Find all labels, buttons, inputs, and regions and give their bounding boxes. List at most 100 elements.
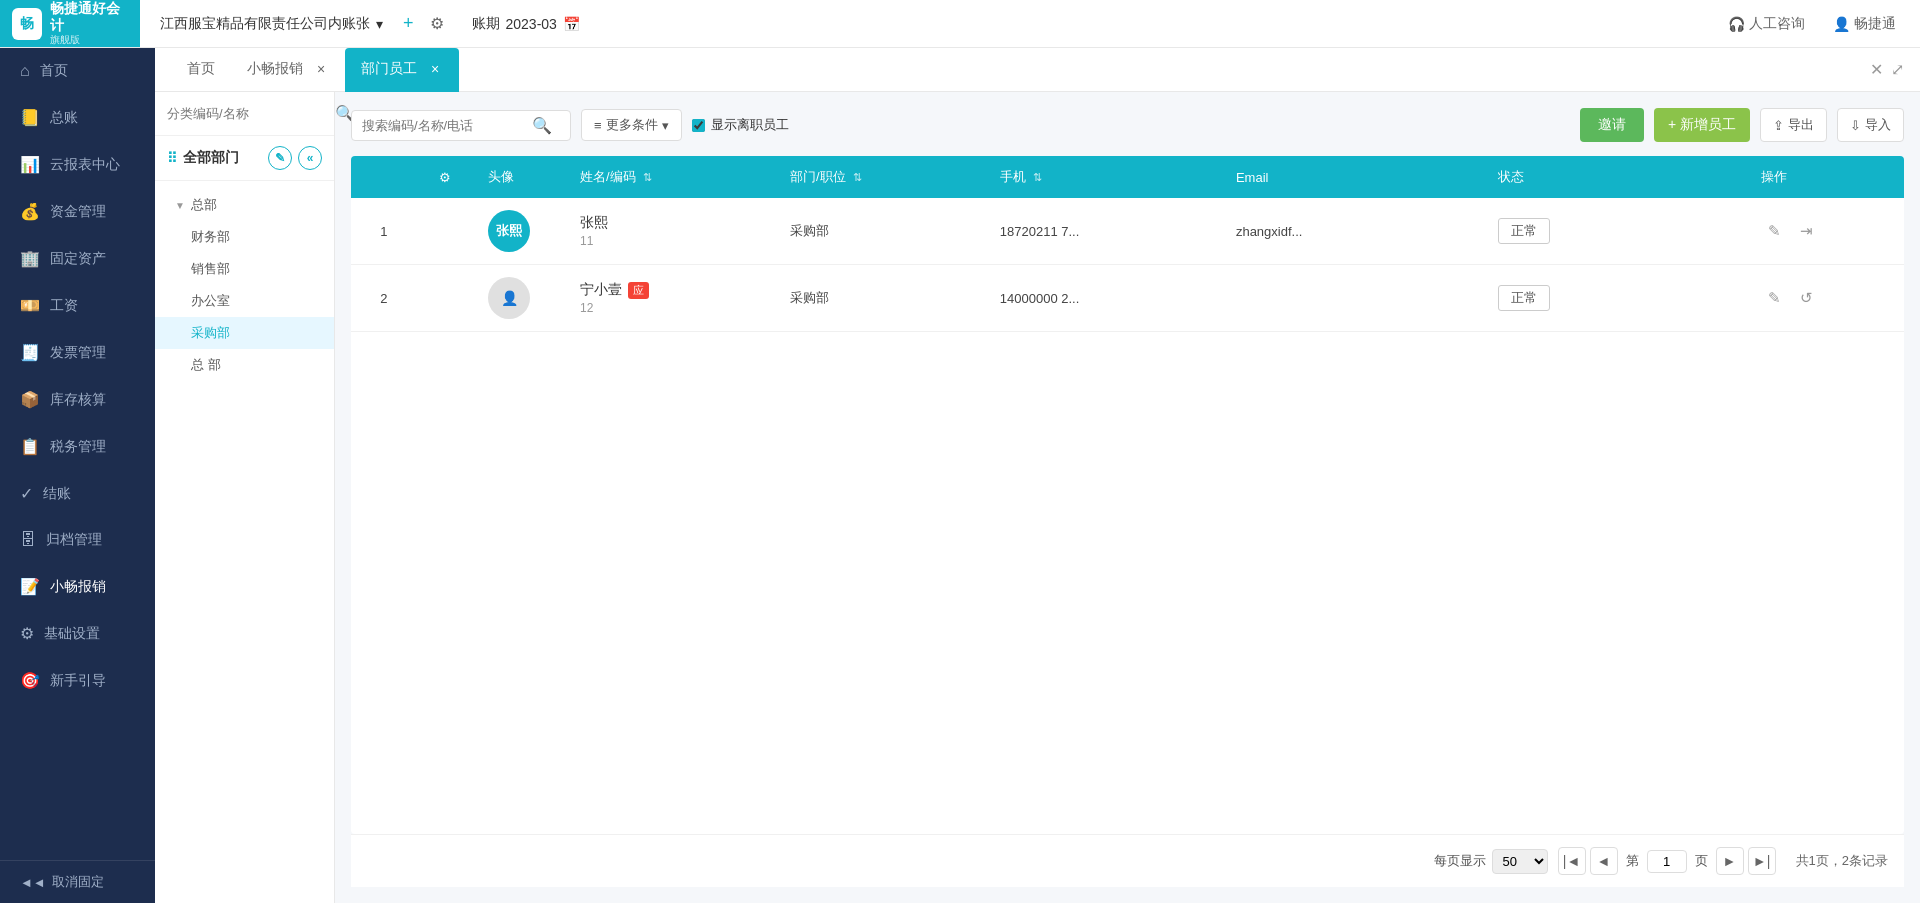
sidebar-item-ledger[interactable]: 📒 总账	[0, 94, 155, 141]
filter-icon: ≡	[594, 118, 602, 133]
close-window-icon[interactable]: ✕	[1870, 60, 1883, 79]
tab-dept-emp[interactable]: 部门员工 ×	[345, 48, 459, 92]
sidebar-label-salary: 工资	[50, 297, 78, 315]
sidebar-label-archive: 归档管理	[46, 531, 102, 549]
calendar-icon[interactable]: 📅	[563, 16, 580, 32]
ai-consult-button[interactable]: 🎧 人工咨询	[1720, 11, 1813, 37]
dept-node-finance[interactable]: 财务部	[155, 221, 334, 253]
sidebar-item-archive[interactable]: 🗄 归档管理	[0, 517, 155, 563]
import-button[interactable]: ⇩ 导入	[1837, 108, 1904, 142]
table-row: 2 👤 宁小壹	[351, 265, 1904, 332]
sidebar-item-reports[interactable]: 📊 云报表中心	[0, 141, 155, 188]
cell-settings-1	[417, 198, 475, 265]
logo-text-area: 畅捷通好会计 旗舰版	[50, 0, 128, 47]
show-resigned-checkbox-area[interactable]: 显示离职员工	[692, 116, 789, 134]
col-status: 状态	[1484, 156, 1746, 198]
next-page-btn[interactable]: ►	[1716, 847, 1744, 875]
add-button[interactable]: +	[395, 9, 422, 38]
sidebar-label-tax: 税务管理	[50, 438, 106, 456]
cell-settings-2	[417, 265, 475, 332]
cell-index-2: 2	[351, 265, 417, 332]
user-avatar[interactable]: 👤 畅捷通	[1825, 11, 1904, 37]
col-settings[interactable]: ⚙	[417, 156, 475, 198]
sidebar-item-funds[interactable]: 💰 资金管理	[0, 188, 155, 235]
sidebar-item-tax[interactable]: 📋 税务管理	[0, 423, 155, 470]
dept-edit-btn[interactable]: ✎	[268, 146, 292, 170]
add-employee-button[interactable]: + 新增员工	[1654, 108, 1750, 142]
settings-button[interactable]: ⚙	[422, 10, 452, 37]
tab-xiao-chang-label: 小畅报销	[247, 60, 303, 78]
sidebar-label-guide: 新手引导	[50, 672, 106, 690]
dept-node-general[interactable]: 总 部	[155, 349, 334, 381]
col-dept[interactable]: 部门/职位 ⇅	[776, 156, 986, 198]
sidebar-item-salary[interactable]: 💴 工资	[0, 282, 155, 329]
dept-node-general-label: 总 部	[191, 356, 221, 374]
sidebar-item-settings[interactable]: ⚙ 基础设置	[0, 610, 155, 657]
prev-page-btn[interactable]: ◄	[1590, 847, 1618, 875]
dept-node-purchase[interactable]: 采购部	[155, 317, 334, 349]
dept-header-actions: ✎ «	[268, 146, 322, 170]
employee-search-box[interactable]: 🔍	[351, 110, 571, 141]
sidebar-item-home[interactable]: ⌂ 首页	[0, 48, 155, 94]
col-name[interactable]: 姓名/编码 ⇅	[566, 156, 776, 198]
employee-search-input[interactable]	[362, 118, 532, 133]
sidebar-item-assets[interactable]: 🏢 固定资产	[0, 235, 155, 282]
dept-search-input[interactable]	[167, 106, 335, 121]
dept-search-area: 🔍	[155, 92, 334, 136]
export-button[interactable]: ⇪ 导出	[1760, 108, 1827, 142]
unpin-button[interactable]: ◄◄ 取消固定	[0, 860, 155, 903]
tab-xiao-chang-close[interactable]: ×	[313, 61, 329, 77]
cell-name-2: 宁小壹 应 12	[566, 265, 776, 332]
filter-chevron-icon: ▾	[662, 118, 669, 133]
dept-node-office[interactable]: 办公室	[155, 285, 334, 317]
expand-icon: ▼	[175, 200, 185, 211]
sidebar: ⌂ 首页 📒 总账 📊 云报表中心 💰 资金管理 🏢 固定资产 💴 工资 🧾 发…	[0, 48, 155, 903]
all-dept-label: 全部部门	[183, 149, 239, 167]
per-page-label: 每页显示	[1434, 852, 1486, 870]
invite-button[interactable]: 邀请	[1580, 108, 1644, 142]
tab-dept-emp-close[interactable]: ×	[427, 61, 443, 77]
tab-home[interactable]: 首页	[171, 48, 231, 92]
settings-icon: ⚙	[20, 624, 34, 643]
search-icon: 🔍	[532, 116, 552, 135]
dept-node-sales[interactable]: 销售部	[155, 253, 334, 285]
sidebar-item-invoice[interactable]: 🧾 发票管理	[0, 329, 155, 376]
cell-status-1: 正常	[1484, 198, 1746, 265]
home-icon: ⌂	[20, 62, 30, 80]
filter-button[interactable]: ≡ 更多条件 ▾	[581, 109, 682, 141]
logout-btn-1[interactable]: ⇥	[1792, 217, 1820, 245]
dept-node-head[interactable]: ▼ 总部	[155, 189, 334, 221]
show-resigned-checkbox[interactable]	[692, 119, 705, 132]
per-page-select: 每页显示 50 10 20 100	[1434, 849, 1548, 874]
col-phone[interactable]: 手机 ⇅	[986, 156, 1222, 198]
show-resigned-label: 显示离职员工	[711, 116, 789, 134]
page-size-dropdown[interactable]: 50 10 20 100	[1492, 849, 1548, 874]
cell-avatar-1: 张熙	[474, 198, 566, 265]
tab-xiao-chang[interactable]: 小畅报销 ×	[231, 48, 345, 92]
archive-icon: 🗄	[20, 531, 36, 549]
company-selector[interactable]: 江西服宝精品有限责任公司内账张 ▾	[160, 15, 383, 33]
table-body: 1 张熙 张熙 11	[351, 198, 1904, 332]
maximize-window-icon[interactable]: ⤢	[1891, 60, 1904, 79]
invoice-icon: 🧾	[20, 343, 40, 362]
dept-panel: 🔍 ⠿ 全部部门 ✎ « ▼ 总部	[155, 92, 335, 903]
name-sort-icon: ⇅	[643, 171, 652, 183]
sidebar-item-expense[interactable]: 📝 小畅报销	[0, 563, 155, 610]
name-code-1: 张熙 11	[580, 214, 762, 248]
salary-icon: 💴	[20, 296, 40, 315]
last-page-btn[interactable]: ►|	[1748, 847, 1776, 875]
sidebar-item-guide[interactable]: 🎯 新手引导	[0, 657, 155, 704]
dept-sort-icon: ⇅	[853, 171, 862, 183]
page-number-input[interactable]	[1647, 850, 1687, 873]
edit-btn-1[interactable]: ✎	[1761, 217, 1789, 245]
status-badge-1: 正常	[1498, 218, 1550, 244]
edit-btn-2[interactable]: ✎	[1761, 284, 1789, 312]
first-page-btn[interactable]: |◄	[1558, 847, 1586, 875]
pagination-bar: 每页显示 50 10 20 100 |◄ ◄ 第 页	[351, 834, 1904, 887]
sidebar-item-checkout[interactable]: ✓ 结账	[0, 470, 155, 517]
dept-collapse-btn[interactable]: «	[298, 146, 322, 170]
sidebar-item-inventory[interactable]: 📦 库存核算	[0, 376, 155, 423]
main-layout: ⌂ 首页 📒 总账 📊 云报表中心 💰 资金管理 🏢 固定资产 💴 工资 🧾 发…	[0, 48, 1920, 903]
refresh-btn-2[interactable]: ↺	[1792, 284, 1820, 312]
logo-subtitle: 旗舰版	[50, 33, 128, 47]
